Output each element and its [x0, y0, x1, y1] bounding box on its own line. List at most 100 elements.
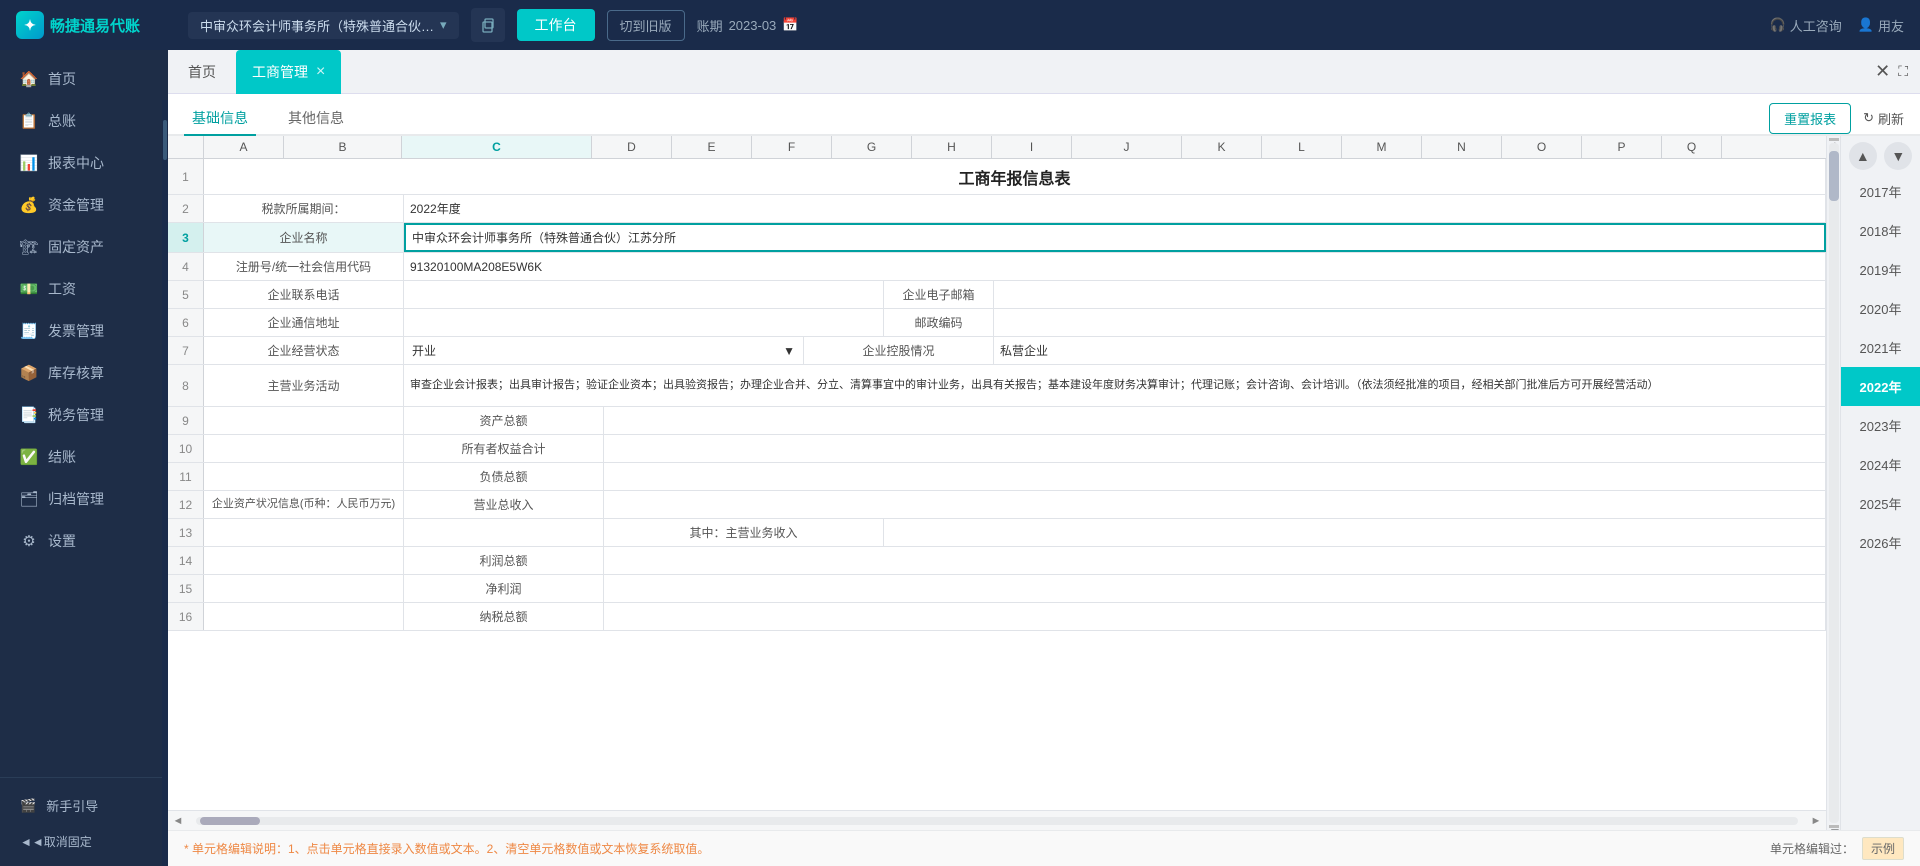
- row-num-3: 3: [168, 223, 204, 252]
- vertical-scrollbar[interactable]: ▲ ▼: [1826, 136, 1840, 830]
- year-item-2023[interactable]: 2023年: [1841, 406, 1920, 445]
- year-item-2026[interactable]: 2026年: [1841, 523, 1920, 562]
- col-header-L: L: [1262, 136, 1342, 158]
- reset-report-btn[interactable]: 重置报表: [1769, 103, 1851, 134]
- cell-15-value[interactable]: [604, 575, 1826, 602]
- year-up-btn[interactable]: ▲: [1849, 142, 1877, 170]
- table-row: 13 其中：主营业务收入: [168, 519, 1826, 547]
- newbie-guide-btn[interactable]: 🎬 新手引导: [0, 786, 168, 825]
- sidebar-item-invoice[interactable]: 🧾 发票管理: [0, 310, 168, 352]
- cell-1-title[interactable]: 工商年报信息表: [204, 159, 1826, 194]
- cell-13-value[interactable]: [884, 519, 1826, 546]
- consulting-btn[interactable]: 🎧 人工咨询: [1770, 16, 1842, 35]
- spreadsheet-main: A B C D E F G H I J K L M N O: [168, 136, 1826, 830]
- year-item-2019[interactable]: 2019年: [1841, 250, 1920, 289]
- tab-close-icon[interactable]: ×: [316, 50, 325, 94]
- cell-3-value[interactable]: 中审众环会计师事务所（特殊普通合伙）江苏分所: [404, 223, 1826, 252]
- row-num-1: 1: [168, 159, 204, 194]
- horizontal-scrollbar[interactable]: ◄ ►: [168, 810, 1826, 830]
- row-num-5: 5: [168, 281, 204, 308]
- sidebar-item-salary[interactable]: 💵 工资: [0, 268, 168, 310]
- subtab-basic[interactable]: 基础信息: [184, 102, 256, 136]
- cell-12-value[interactable]: [604, 491, 1826, 518]
- cell-2-value[interactable]: 2022年度: [404, 195, 1826, 222]
- cell-10-value[interactable]: [604, 435, 1826, 462]
- corner-cell: [168, 136, 204, 158]
- workbench-button[interactable]: 工作台: [517, 9, 595, 41]
- sidebar-item-ledger[interactable]: 📋 总账: [0, 100, 168, 142]
- scroll-left-btn[interactable]: ◄: [168, 815, 188, 827]
- cell-14-merged: [204, 547, 404, 574]
- subtab-other[interactable]: 其他信息: [280, 102, 352, 136]
- vertical-scroll-thumb[interactable]: [1829, 151, 1839, 201]
- tab-home[interactable]: 首页: [168, 50, 236, 94]
- cell-16-merged: [204, 603, 404, 630]
- sidebar: 🏠 首页 📋 总账 📊 报表中心 💰 资金管理 🏗 固定资产 💵 工资: [0, 50, 168, 866]
- year-item-2024[interactable]: 2024年: [1841, 445, 1920, 484]
- cell-9-value[interactable]: [604, 407, 1826, 434]
- calendar-icon[interactable]: 📅: [782, 17, 798, 33]
- newbie-label: 新手引导: [46, 796, 98, 815]
- cell-5-phone[interactable]: [404, 281, 884, 308]
- cell-6-postcode[interactable]: [994, 309, 1826, 336]
- sidebar-item-closing[interactable]: ✅ 结账: [0, 436, 168, 478]
- cell-8-value[interactable]: 审查企业会计报表；出具审计报告；验证企业资本；出具验资报告；办理企业合并、分立、…: [404, 365, 1826, 406]
- cell-16-label: 纳税总额: [404, 603, 604, 630]
- cell-14-value[interactable]: [604, 547, 1826, 574]
- year-item-2025[interactable]: 2025年: [1841, 484, 1920, 523]
- sidebar-item-reports[interactable]: 📊 报表中心: [0, 142, 168, 184]
- company-selector[interactable]: 中审众环会计师事务所（特殊普通合伙… ▾: [188, 12, 459, 39]
- cell-11-merged: [204, 463, 404, 490]
- horizontal-scroll-track[interactable]: [196, 817, 1798, 825]
- col-header-D: D: [592, 136, 672, 158]
- tax-icon: 📑: [20, 406, 38, 424]
- sidebar-item-assets[interactable]: 🏗 固定资产: [0, 226, 168, 268]
- sidebar-item-finance[interactable]: 💰 资金管理: [0, 184, 168, 226]
- vertical-scroll-track[interactable]: [1829, 143, 1839, 823]
- year-item-2022[interactable]: 2022年: [1841, 367, 1920, 406]
- window-close-btn[interactable]: ✕: [1875, 61, 1890, 82]
- horizontal-scroll-thumb[interactable]: [200, 817, 260, 825]
- scroll-up-btn[interactable]: ▲: [1829, 138, 1839, 141]
- cell-9-merged: [204, 407, 404, 434]
- year-down-btn[interactable]: ▼: [1884, 142, 1912, 170]
- scroll-right-btn[interactable]: ►: [1806, 815, 1826, 827]
- pin-btn[interactable]: ◄◄取消固定: [0, 825, 168, 858]
- copy-icon-btn[interactable]: [471, 8, 505, 42]
- refresh-btn[interactable]: ↻ 刷新: [1863, 109, 1904, 128]
- sidebar-item-archive[interactable]: 🗂 归档管理: [0, 478, 168, 520]
- row-num-13: 13: [168, 519, 204, 546]
- cell-9-label: 资产总额: [404, 407, 604, 434]
- tab-industry[interactable]: 工商管理 ×: [236, 50, 341, 94]
- user-menu[interactable]: 👤 用友: [1858, 16, 1904, 35]
- sidebar-label-ledger: 总账: [48, 111, 76, 131]
- scroll-down-btn[interactable]: ▼: [1829, 825, 1839, 828]
- cell-16-value[interactable]: [604, 603, 1826, 630]
- cell-7-holding[interactable]: 私营企业: [994, 337, 1826, 364]
- col-header-G: G: [832, 136, 912, 158]
- tab-industry-label: 工商管理: [252, 50, 308, 94]
- cell-11-value[interactable]: [604, 463, 1826, 490]
- sidebar-label-tax: 税务管理: [48, 405, 104, 425]
- sidebar-item-settings[interactable]: ⚙ 设置: [0, 520, 168, 562]
- old-version-button[interactable]: 切到旧版: [607, 10, 685, 41]
- table-row: 14 利润总额: [168, 547, 1826, 575]
- sidebar-item-home[interactable]: 🏠 首页: [0, 58, 168, 100]
- cell-5-email[interactable]: [994, 281, 1826, 308]
- cell-14-label: 利润总额: [404, 547, 604, 574]
- sidebar-item-tax[interactable]: 📑 税务管理: [0, 394, 168, 436]
- year-item-2020[interactable]: 2020年: [1841, 289, 1920, 328]
- year-item-2018[interactable]: 2018年: [1841, 211, 1920, 250]
- window-expand-btn[interactable]: ⛶: [1898, 63, 1908, 80]
- cell-6-addr[interactable]: [404, 309, 884, 336]
- cell-10-merged: [204, 435, 404, 462]
- company-name: 中审众环会计师事务所（特殊普通合伙…: [200, 16, 434, 35]
- sidebar-item-inventory[interactable]: 📦 库存核算: [0, 352, 168, 394]
- app-logo: ✦ 畅捷通易代账: [16, 11, 176, 39]
- year-item-2017[interactable]: 2017年: [1841, 172, 1920, 211]
- topbar-right: 🎧 人工咨询 👤 用友: [1770, 16, 1904, 35]
- cell-7-status[interactable]: 开业 ▼: [404, 337, 804, 364]
- cell-6-label: 企业通信地址: [204, 309, 404, 336]
- year-item-2021[interactable]: 2021年: [1841, 328, 1920, 367]
- cell-4-value[interactable]: 91320100MA208E5W6K: [404, 253, 1826, 280]
